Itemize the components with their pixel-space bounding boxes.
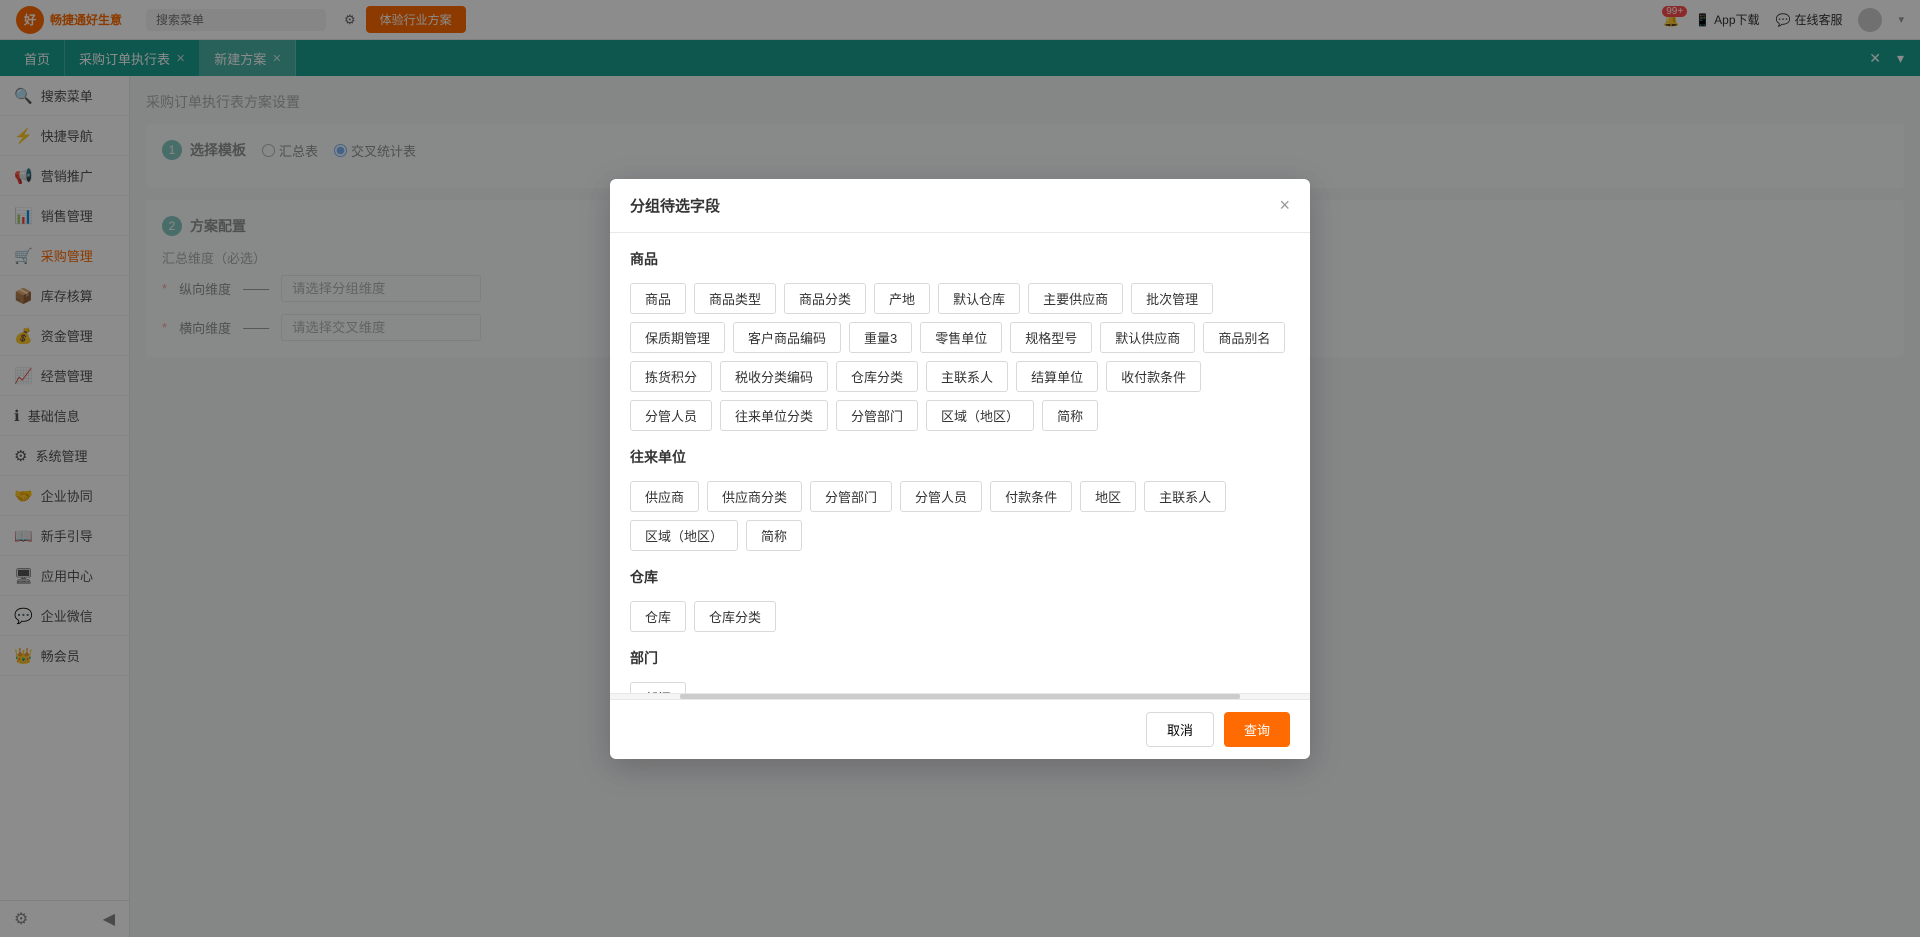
field-tag[interactable]: 批次管理 (1131, 283, 1213, 314)
category-goods-title: 商品 (630, 249, 1290, 273)
field-tag[interactable]: 主联系人 (926, 361, 1008, 392)
modal-footer: 取消 查询 (610, 699, 1310, 759)
field-tag[interactable]: 默认供应商 (1100, 322, 1195, 353)
category-goods: 商品 商品 商品类型 商品分类 产地 默认仓库 主要供应商 批次管理 保质期管理… (630, 249, 1290, 431)
category-partner-tags: 供应商 供应商分类 分管部门 分管人员 付款条件 地区 主联系人 区域（地区） … (630, 481, 1290, 551)
modal-header: 分组待选字段 × (610, 179, 1310, 233)
field-tag[interactable]: 拣货积分 (630, 361, 712, 392)
field-tag[interactable]: 税收分类编码 (720, 361, 828, 392)
modal-title: 分组待选字段 (630, 195, 720, 216)
category-partner-title: 往来单位 (630, 447, 1290, 471)
field-tag[interactable]: 分管部门 (836, 400, 918, 431)
field-tag[interactable]: 部门 (630, 682, 686, 694)
field-tag[interactable]: 保质期管理 (630, 322, 725, 353)
field-tag[interactable]: 仓库 (630, 601, 686, 632)
field-tag[interactable]: 结算单位 (1016, 361, 1098, 392)
field-tag[interactable]: 简称 (746, 520, 802, 551)
category-dept-tags: 部门 (630, 682, 1290, 694)
field-tag[interactable]: 分管人员 (900, 481, 982, 512)
field-tag[interactable]: 分管人员 (630, 400, 712, 431)
field-tag[interactable]: 产地 (874, 283, 930, 314)
field-tag[interactable]: 供应商 (630, 481, 699, 512)
field-tag[interactable]: 商品类型 (694, 283, 776, 314)
category-partner: 往来单位 供应商 供应商分类 分管部门 分管人员 付款条件 地区 主联系人 区域… (630, 447, 1290, 551)
field-tag[interactable]: 主联系人 (1144, 481, 1226, 512)
hscroll-thumb (680, 694, 1240, 698)
category-warehouse-title: 仓库 (630, 567, 1290, 591)
category-warehouse-tags: 仓库 仓库分类 (630, 601, 1290, 632)
category-warehouse: 仓库 仓库 仓库分类 (630, 567, 1290, 632)
field-tag[interactable]: 规格型号 (1010, 322, 1092, 353)
field-tag[interactable]: 往来单位分类 (720, 400, 828, 431)
field-tag[interactable]: 重量3 (849, 322, 912, 353)
field-tag[interactable]: 收付款条件 (1106, 361, 1201, 392)
field-tag[interactable]: 地区 (1080, 481, 1136, 512)
field-tag[interactable]: 分管部门 (810, 481, 892, 512)
field-tag[interactable]: 默认仓库 (938, 283, 1020, 314)
field-tag[interactable]: 供应商分类 (707, 481, 802, 512)
field-tag[interactable]: 区域（地区） (630, 520, 738, 551)
category-dept: 部门 部门 (630, 648, 1290, 694)
field-tag[interactable]: 付款条件 (990, 481, 1072, 512)
field-tag[interactable]: 主要供应商 (1028, 283, 1123, 314)
confirm-button[interactable]: 查询 (1224, 712, 1290, 747)
cancel-button[interactable]: 取消 (1146, 712, 1214, 747)
field-tag[interactable]: 商品 (630, 283, 686, 314)
category-dept-title: 部门 (630, 648, 1290, 672)
field-tag[interactable]: 仓库分类 (836, 361, 918, 392)
modal-body: 商品 商品 商品类型 商品分类 产地 默认仓库 主要供应商 批次管理 保质期管理… (610, 233, 1310, 694)
modal-overlay: 分组待选字段 × 商品 商品 商品类型 商品分类 产地 默认仓库 主要供应商 批… (0, 0, 1920, 937)
field-tag[interactable]: 商品别名 (1203, 322, 1285, 353)
field-tag[interactable]: 简称 (1042, 400, 1098, 431)
field-tag[interactable]: 仓库分类 (694, 601, 776, 632)
field-tag[interactable]: 商品分类 (784, 283, 866, 314)
category-goods-tags: 商品 商品类型 商品分类 产地 默认仓库 主要供应商 批次管理 保质期管理 客户… (630, 283, 1290, 431)
field-tag[interactable]: 零售单位 (920, 322, 1002, 353)
field-tag[interactable]: 客户商品编码 (733, 322, 841, 353)
modal-hscrollbar[interactable] (610, 693, 1310, 698)
modal-close-btn[interactable]: × (1279, 195, 1290, 216)
field-select-modal: 分组待选字段 × 商品 商品 商品类型 商品分类 产地 默认仓库 主要供应商 批… (610, 179, 1310, 759)
field-tag[interactable]: 区域（地区） (926, 400, 1034, 431)
